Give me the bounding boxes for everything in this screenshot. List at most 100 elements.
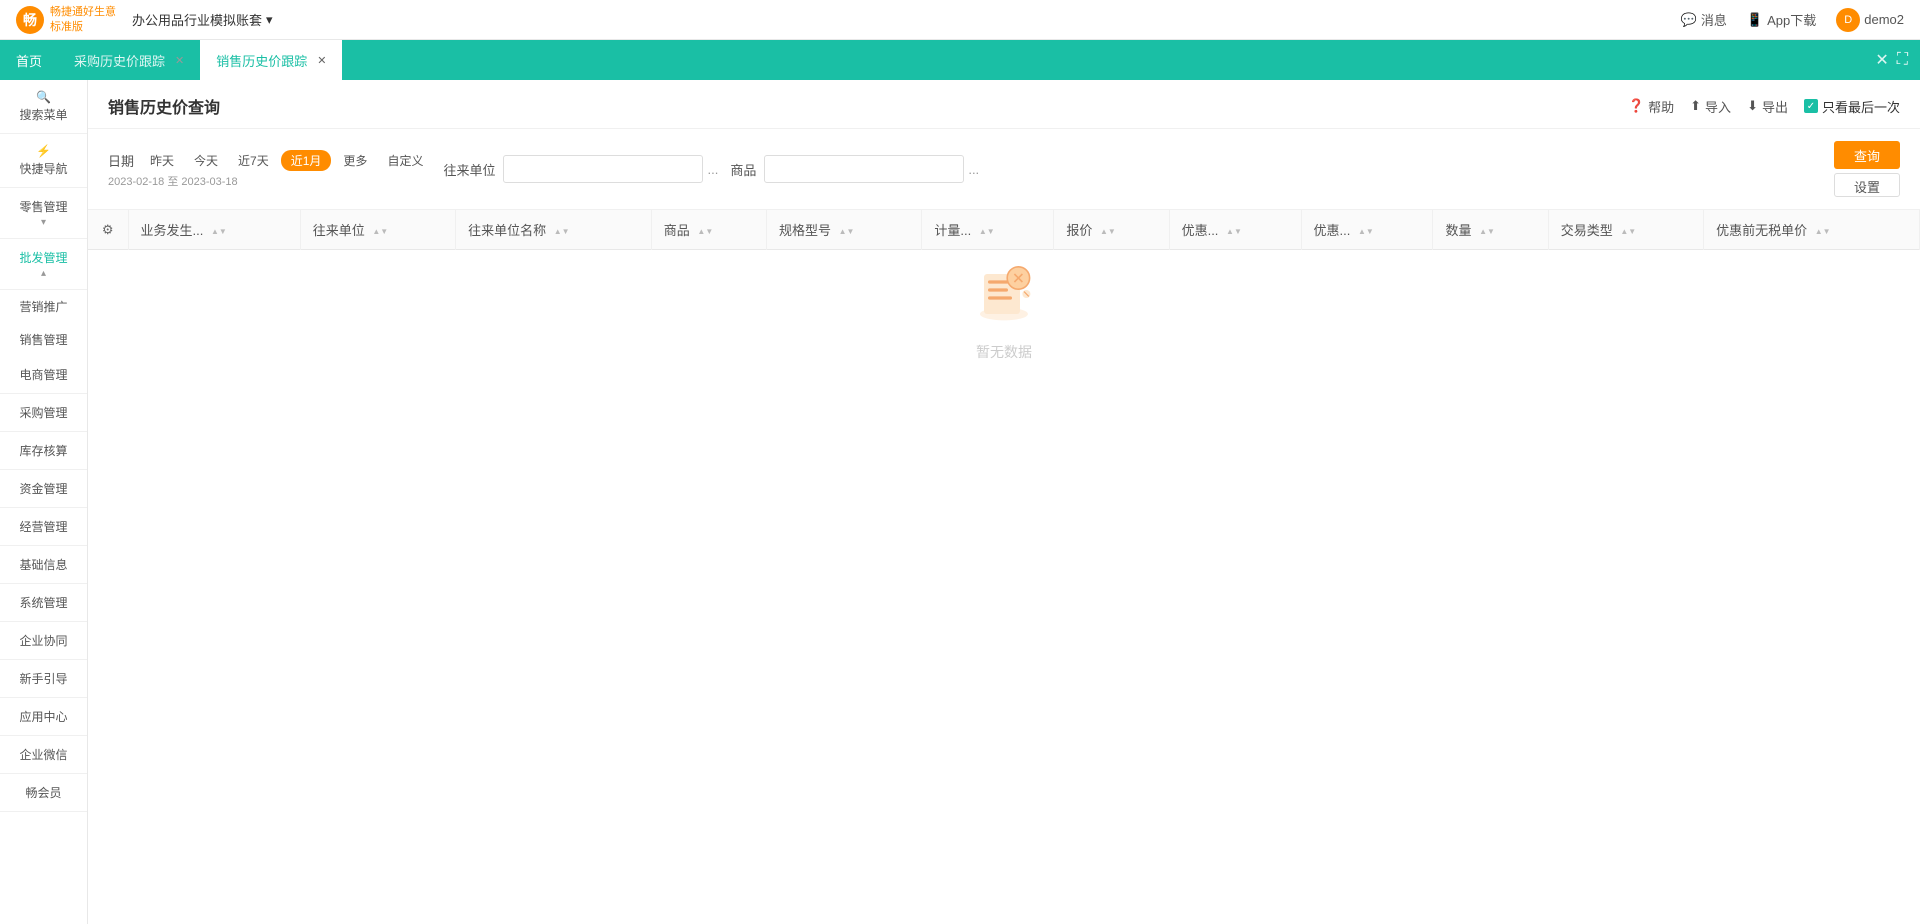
help-btn[interactable]: ❓ 帮助 <box>1628 97 1674 116</box>
sort-icon: ▲▼ <box>1479 228 1495 236</box>
sort-icon: ▲▼ <box>211 228 227 236</box>
sidebar-item-guide[interactable]: 新手引导 <box>0 660 87 698</box>
th-biz-date[interactable]: 业务发生... ▲▼ <box>128 210 300 250</box>
sort-icon: ▲▼ <box>1100 228 1116 236</box>
sidebar-item-purchase[interactable]: 采购管理 <box>0 394 87 432</box>
th-partner[interactable]: 往来单位 ▲▼ <box>300 210 455 250</box>
th-price[interactable]: 报价 ▲▼ <box>1054 210 1169 250</box>
page-content: 销售历史价查询 ❓ 帮助 ⬆ 导入 ⬇ 导出 ✓ <box>88 80 1920 924</box>
header-right: 💬 消息 📱 App下载 D demo2 <box>1681 8 1904 32</box>
sidebar-item-base[interactable]: 基础信息 <box>0 546 87 584</box>
export-icon: ⬇ <box>1747 98 1758 114</box>
tab-bar: 首页 采购历史价跟踪 ✕ 销售历史价跟踪 ✕ ✕ ⛶ <box>0 40 1920 80</box>
th-partner-name[interactable]: 往来单位名称 ▲▼ <box>456 210 652 250</box>
sort-icon: ▲▼ <box>839 228 855 236</box>
th-discount2[interactable]: 优惠... ▲▼ <box>1301 210 1433 250</box>
filter-partner-group: 往来单位 ... <box>443 155 718 183</box>
sidebar-item-ecommerce[interactable]: 电商管理 <box>0 356 87 394</box>
sort-icon: ▲▼ <box>979 228 995 236</box>
filter-partner-input-group: ... <box>503 155 718 183</box>
sidebar-item-ops[interactable]: 经营管理 <box>0 508 87 546</box>
sidebar-item-app[interactable]: 应用中心 <box>0 698 87 736</box>
date-tab-custom[interactable]: 自定义 <box>379 150 431 171</box>
sidebar: 🔍 搜索菜单 ⚡ 快捷导航 零售管理 ▾ 批发管理 ▴ 营销推广 销售管理 电商… <box>0 80 88 924</box>
help-icon: ❓ <box>1628 98 1644 114</box>
tab-purchase[interactable]: 采购历史价跟踪 ✕ <box>58 40 200 80</box>
date-tab-1month[interactable]: 近1月 <box>281 150 332 171</box>
tab-close-all-btn[interactable]: ✕ <box>1875 50 1888 70</box>
sidebar-item-wechat[interactable]: 企业微信 <box>0 736 87 774</box>
content-area: 销售历史价查询 ❓ 帮助 ⬆ 导入 ⬇ 导出 ✓ <box>88 80 1920 924</box>
product-input[interactable] <box>764 155 964 183</box>
product-dots[interactable]: ... <box>968 162 979 177</box>
empty-state: 暂无数据 <box>88 250 1920 442</box>
table-head: ⚙ 业务发生... ▲▼ 往来单位 ▲▼ 往来单位名称 ▲▼ <box>88 210 1920 250</box>
date-label: 日期 <box>108 151 134 170</box>
logo-icon: 畅 <box>16 6 44 34</box>
date-tab-7days[interactable]: 近7天 <box>230 150 277 171</box>
th-gear[interactable]: ⚙ <box>88 210 128 250</box>
quicknav-icon: ⚡ <box>36 144 51 158</box>
th-trade-type[interactable]: 交易类型 ▲▼ <box>1548 210 1703 250</box>
chevron-down-icon: ▾ <box>41 217 46 228</box>
tab-bar-right: ✕ ⛶ <box>1875 50 1920 70</box>
app-download-action[interactable]: 📱 App下载 <box>1747 10 1816 29</box>
nav-dropdown[interactable]: 办公用品行业模拟账套 ▾ <box>124 6 281 33</box>
filter-actions: 查询 设置 <box>1834 141 1900 197</box>
empty-icon <box>964 250 1044 330</box>
sort-icon: ▲▼ <box>1620 228 1636 236</box>
sort-icon: ▲▼ <box>554 228 570 236</box>
import-icon: ⬆ <box>1690 98 1701 114</box>
tab-maximize-btn[interactable]: ⛶ <box>1897 51 1908 69</box>
tab-sales[interactable]: 销售历史价跟踪 ✕ <box>200 40 342 80</box>
export-btn[interactable]: ⬇ 导出 <box>1747 97 1788 116</box>
th-pre-tax-price[interactable]: 优惠前无税单价 ▲▼ <box>1704 210 1920 250</box>
only-last-checkbox[interactable]: ✓ 只看最后一次 <box>1804 97 1900 116</box>
sidebar-item-system[interactable]: 系统管理 <box>0 584 87 622</box>
phone-icon: 📱 <box>1747 12 1763 28</box>
th-product[interactable]: 商品 ▲▼ <box>651 210 766 250</box>
partner-label: 往来单位 <box>443 160 495 179</box>
header-left: 畅 畅捷通好生意 标准版 办公用品行业模拟账套 ▾ <box>16 5 281 34</box>
th-discount1[interactable]: 优惠... ▲▼ <box>1169 210 1301 250</box>
sidebar-item-marketing[interactable]: 营销推广 <box>0 290 87 323</box>
sidebar-item-sales-mgmt[interactable]: 销售管理 <box>0 323 87 356</box>
data-table: ⚙ 业务发生... ▲▼ 往来单位 ▲▼ 往来单位名称 ▲▼ <box>88 210 1920 250</box>
filter-date-row: 日期 昨天 今天 近7天 近1月 更多 自定义 <box>108 150 431 171</box>
sidebar-item-quicknav[interactable]: ⚡ 快捷导航 <box>0 134 87 188</box>
partner-input[interactable] <box>503 155 703 183</box>
date-tab-yesterday[interactable]: 昨天 <box>142 150 182 171</box>
sidebar-item-wholesale[interactable]: 批发管理 ▴ <box>0 239 87 290</box>
sidebar-item-search[interactable]: 🔍 搜索菜单 <box>0 80 87 134</box>
empty-text: 暂无数据 <box>976 342 1032 362</box>
sidebar-item-inventory[interactable]: 库存核算 <box>0 432 87 470</box>
search-icon: 🔍 <box>36 90 51 104</box>
sidebar-item-member[interactable]: 畅会员 <box>0 774 87 812</box>
tab-purchase-close[interactable]: ✕ <box>175 54 184 67</box>
sidebar-item-finance[interactable]: 资金管理 <box>0 470 87 508</box>
query-button[interactable]: 查询 <box>1834 141 1900 169</box>
date-tab-more[interactable]: 更多 <box>335 150 375 171</box>
avatar: D <box>1836 8 1860 32</box>
date-tab-today[interactable]: 今天 <box>186 150 226 171</box>
th-unit[interactable]: 计量... ▲▼ <box>922 210 1054 250</box>
th-spec[interactable]: 规格型号 ▲▼ <box>766 210 921 250</box>
sidebar-item-retail[interactable]: 零售管理 ▾ <box>0 188 87 239</box>
page-title: 销售历史价查询 <box>108 94 220 118</box>
date-range-text: 2023-02-18 至 2023-03-18 <box>108 173 431 189</box>
chevron-up-icon: ▴ <box>41 268 46 279</box>
user-action[interactable]: D demo2 <box>1836 8 1904 32</box>
sort-icon: ▲▼ <box>1815 228 1831 236</box>
message-action[interactable]: 💬 消息 <box>1681 10 1727 29</box>
import-btn[interactable]: ⬆ 导入 <box>1690 97 1731 116</box>
top-header: 畅 畅捷通好生意 标准版 办公用品行业模拟账套 ▾ 💬 消息 📱 App下载 D… <box>0 0 1920 40</box>
settings-button[interactable]: 设置 <box>1834 173 1900 197</box>
message-icon: 💬 <box>1681 12 1697 28</box>
partner-dots[interactable]: ... <box>707 162 718 177</box>
sort-icon: ▲▼ <box>1358 228 1374 236</box>
sidebar-item-enterprise[interactable]: 企业协同 <box>0 622 87 660</box>
tab-home[interactable]: 首页 <box>0 40 58 80</box>
tab-sales-close[interactable]: ✕ <box>317 54 326 67</box>
product-label: 商品 <box>730 160 756 179</box>
th-quantity[interactable]: 数量 ▲▼ <box>1433 210 1548 250</box>
